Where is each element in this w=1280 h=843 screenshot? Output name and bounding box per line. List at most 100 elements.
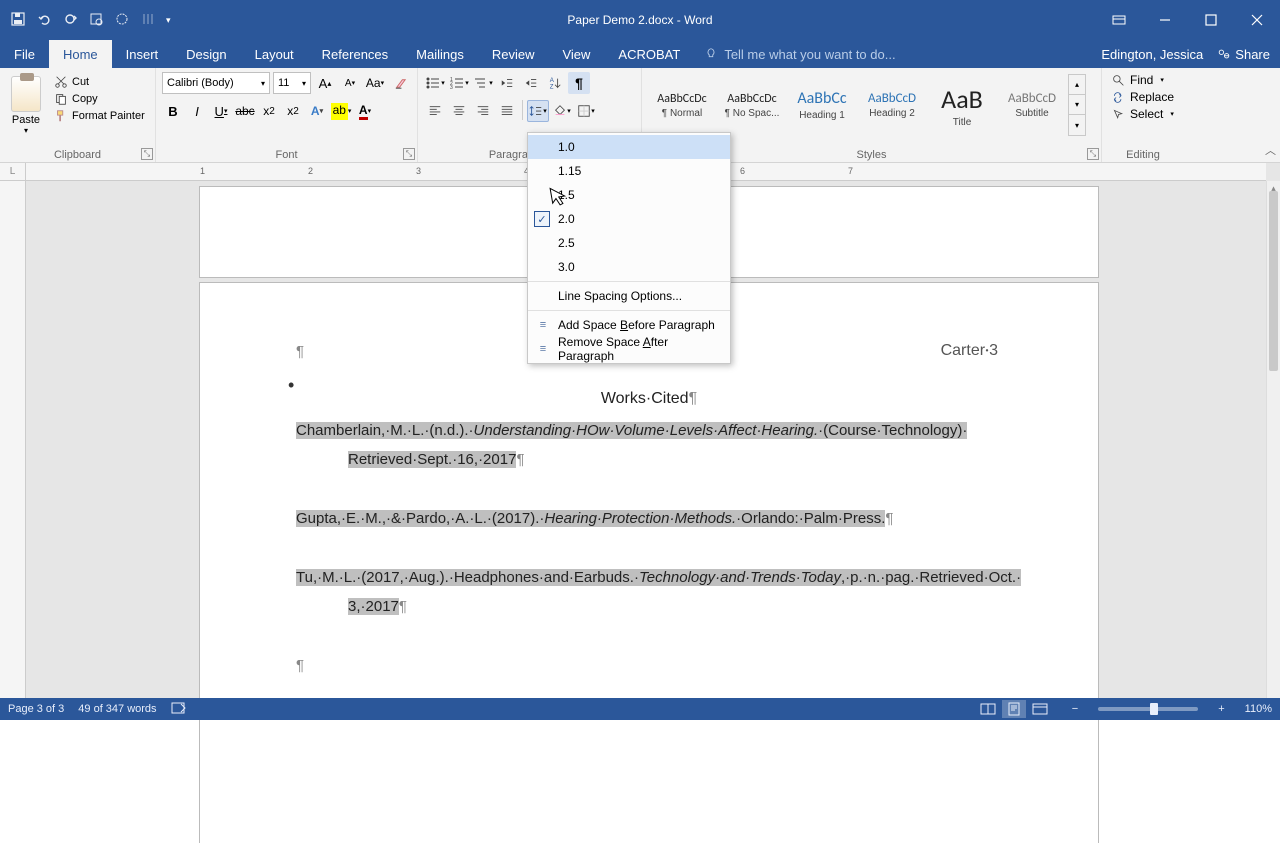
style-normal[interactable]: AaBbCcDc¶ Normal [648, 75, 716, 135]
qat-more-icon[interactable]: ▾ [166, 15, 171, 26]
align-right-button[interactable] [472, 100, 494, 122]
zoom-slider-thumb[interactable] [1150, 703, 1158, 715]
copy-button[interactable]: Copy [50, 91, 149, 107]
spacing-option-1.0[interactable]: 1.0 [528, 135, 730, 159]
borders-button[interactable]: ▾ [575, 100, 597, 122]
tab-insert[interactable]: Insert [112, 40, 173, 68]
share-button[interactable]: Share [1217, 47, 1270, 62]
view-buttons [976, 700, 1052, 718]
styles-gallery-nav[interactable]: ▴▾▾ [1068, 74, 1086, 136]
touch-mode-icon[interactable] [114, 11, 132, 29]
bullets-button[interactable]: ▾ [424, 72, 446, 94]
tab-references[interactable]: References [308, 40, 402, 68]
zoom-out-button[interactable]: − [1066, 703, 1084, 715]
print-layout-button[interactable] [1002, 700, 1026, 718]
maximize-button[interactable] [1188, 0, 1234, 40]
user-name[interactable]: Edington, Jessica [1101, 47, 1203, 62]
text-effects-button[interactable]: A▾ [306, 100, 328, 122]
clear-formatting-button[interactable] [389, 72, 411, 94]
shrink-font-button[interactable]: A▾ [339, 72, 361, 94]
minimize-button[interactable] [1142, 0, 1188, 40]
print-preview-icon[interactable] [88, 11, 106, 29]
subscript-button[interactable]: x2 [258, 100, 280, 122]
style-nospacing[interactable]: AaBbCcDc¶ No Spac... [718, 75, 786, 135]
zoom-slider[interactable] [1098, 707, 1198, 711]
styles-launcher[interactable]: ⤡ [1087, 148, 1099, 160]
ruler-corner[interactable]: L [0, 163, 26, 181]
read-mode-button[interactable] [976, 700, 1000, 718]
tab-file[interactable]: File [0, 40, 49, 68]
cut-button[interactable]: Cut [50, 74, 149, 90]
multilevel-button[interactable]: ▾ [472, 72, 494, 94]
spacing-option-1.15[interactable]: 1.15 [528, 159, 730, 183]
page-indicator[interactable]: Page 3 of 3 [8, 703, 64, 715]
tab-acrobat[interactable]: ACROBAT [604, 40, 694, 68]
ribbon-display-icon[interactable] [1096, 0, 1142, 40]
gallery-up-icon[interactable]: ▴ [1069, 75, 1085, 95]
highlight-button[interactable]: ab▾ [330, 100, 352, 122]
tab-layout[interactable]: Layout [241, 40, 308, 68]
style-heading2[interactable]: AaBbCcDHeading 2 [858, 75, 926, 135]
align-left-button[interactable] [424, 100, 446, 122]
strikethrough-button[interactable]: abc [234, 100, 256, 122]
vertical-ruler[interactable] [0, 181, 26, 720]
spacing-option-2.0[interactable]: ✓2.0 [528, 207, 730, 231]
font-name-combo[interactable]: Calibri (Body)▾ [162, 72, 270, 94]
clipboard-launcher[interactable]: ⤡ [141, 148, 153, 160]
show-marks-button[interactable]: ¶ [568, 72, 590, 94]
bold-button[interactable]: B [162, 100, 184, 122]
style-subtitle[interactable]: AaBbCcDSubtitle [998, 75, 1066, 135]
zoom-level[interactable]: 110% [1245, 703, 1272, 715]
collapse-ribbon-button[interactable]: ︿ [1265, 142, 1276, 158]
justify-button[interactable] [496, 100, 518, 122]
superscript-button[interactable]: x2 [282, 100, 304, 122]
save-icon[interactable] [10, 11, 28, 29]
style-heading1[interactable]: AaBbCcHeading 1 [788, 75, 856, 135]
gallery-more-icon[interactable]: ▾ [1069, 115, 1085, 135]
spacing-icon[interactable] [140, 11, 158, 29]
proofing-icon[interactable] [171, 701, 187, 718]
word-count[interactable]: 49 of 347 words [78, 703, 156, 715]
replace-button[interactable]: Replace [1108, 89, 1178, 105]
tell-me-input[interactable] [724, 47, 984, 62]
add-space-before[interactable]: ≡Add Space Before Paragraph [528, 313, 730, 337]
web-layout-button[interactable] [1028, 700, 1052, 718]
style-title[interactable]: AaBTitle [928, 75, 996, 135]
italic-button[interactable]: I [186, 100, 208, 122]
format-painter-button[interactable]: Format Painter [50, 108, 149, 124]
remove-space-after[interactable]: ≡Remove Space After Paragraph [528, 337, 730, 361]
spacing-option-1.5[interactable]: 1.5 [528, 183, 730, 207]
undo-icon[interactable] [36, 11, 54, 29]
spacing-option-3.0[interactable]: 3.0 [528, 255, 730, 279]
font-color-button[interactable]: A▾ [354, 100, 376, 122]
increase-indent-button[interactable] [520, 72, 542, 94]
tab-view[interactable]: View [548, 40, 604, 68]
scrollbar-thumb[interactable] [1269, 191, 1278, 371]
tab-review[interactable]: Review [478, 40, 549, 68]
shading-button[interactable]: ▾ [551, 100, 573, 122]
spacing-option-2.5[interactable]: 2.5 [528, 231, 730, 255]
paste-button[interactable]: Paste ▾ [6, 74, 46, 137]
change-case-button[interactable]: Aa▾ [364, 72, 386, 94]
tab-mailings[interactable]: Mailings [402, 40, 478, 68]
line-spacing-options[interactable]: Line Spacing Options... [528, 284, 730, 308]
find-button[interactable]: Find▾ [1108, 72, 1178, 88]
sort-button[interactable]: AZ [544, 72, 566, 94]
vertical-scrollbar[interactable]: ▴ ▾ [1266, 181, 1280, 720]
page[interactable]: Carter·3 ¶ • Works·Cited¶ Chamberlain,·M… [200, 283, 1098, 843]
close-button[interactable] [1234, 0, 1280, 40]
zoom-in-button[interactable]: + [1212, 703, 1230, 715]
redo-icon[interactable] [62, 11, 80, 29]
tell-me-search[interactable] [694, 40, 1091, 68]
align-center-button[interactable] [448, 100, 470, 122]
select-button[interactable]: Select▾ [1108, 106, 1178, 122]
tab-home[interactable]: Home [49, 40, 112, 68]
line-spacing-button[interactable]: ▾ [527, 100, 549, 122]
gallery-down-icon[interactable]: ▾ [1069, 95, 1085, 115]
tab-design[interactable]: Design [172, 40, 240, 68]
numbering-button[interactable]: 123▾ [448, 72, 470, 94]
decrease-indent-button[interactable] [496, 72, 518, 94]
underline-button[interactable]: U▾ [210, 100, 232, 122]
grow-font-button[interactable]: A▴ [314, 72, 336, 94]
font-size-combo[interactable]: 11▾ [273, 72, 311, 94]
